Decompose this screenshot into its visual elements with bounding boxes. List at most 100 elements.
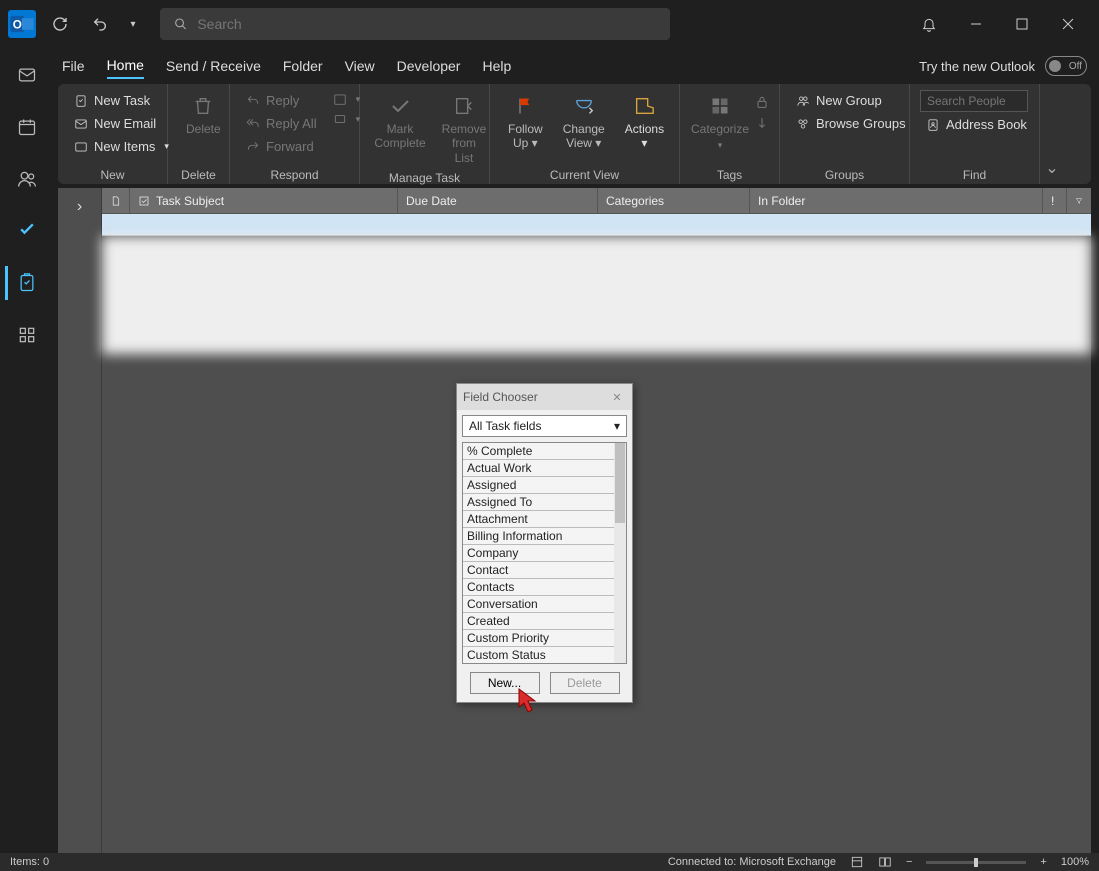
ribbon-group-tags-label: Tags xyxy=(690,166,769,182)
view-reading-icon[interactable] xyxy=(878,855,892,869)
maximize-button[interactable] xyxy=(999,8,1045,40)
new-task-row[interactable] xyxy=(102,214,1091,236)
browse-groups-button[interactable]: Browse Groups xyxy=(790,113,912,134)
respond-more-1[interactable] xyxy=(331,90,363,108)
reply-all-button[interactable]: Reply All xyxy=(240,113,323,134)
rail-calendar-icon[interactable] xyxy=(5,110,45,144)
field-item[interactable]: % Complete xyxy=(463,443,614,460)
col-in-folder[interactable]: In Folder xyxy=(750,188,1043,213)
col-categories[interactable]: Categories xyxy=(598,188,750,213)
rail-mail-icon[interactable] xyxy=(5,58,45,92)
zoom-slider[interactable] xyxy=(926,861,1026,864)
ribbon-collapse-button[interactable]: ⌄ xyxy=(1040,84,1064,184)
new-field-button[interactable]: New... xyxy=(470,672,540,694)
sync-icon[interactable] xyxy=(44,8,76,40)
zoom-level: 100% xyxy=(1061,856,1089,868)
menu-developer[interactable]: Developer xyxy=(397,54,461,78)
field-chooser-dialog: Field Chooser ✕ All Task fields▾ % Compl… xyxy=(456,383,633,703)
search-people-input[interactable] xyxy=(920,90,1028,112)
col-filter-icon[interactable] xyxy=(1067,188,1091,213)
menu-send-receive[interactable]: Send / Receive xyxy=(166,54,261,78)
dialog-close-button[interactable]: ✕ xyxy=(608,388,626,406)
field-item[interactable]: Company xyxy=(463,545,614,562)
rail-tasks-icon[interactable] xyxy=(5,266,45,300)
col-task-subject[interactable]: Task Subject xyxy=(130,188,398,213)
lock-icon[interactable] xyxy=(754,94,770,110)
remove-from-list-button[interactable]: Remove from List xyxy=(434,90,494,169)
new-email-button[interactable]: New Email xyxy=(68,113,175,134)
nav-pane-expand-button[interactable]: › xyxy=(58,188,102,853)
rail-todo-icon[interactable] xyxy=(5,214,45,248)
field-item[interactable]: Conversation xyxy=(463,596,614,613)
rail-more-apps-icon[interactable] xyxy=(5,318,45,352)
search-box[interactable] xyxy=(160,8,670,40)
view-normal-icon[interactable] xyxy=(850,855,864,869)
dialog-titlebar[interactable]: Field Chooser ✕ xyxy=(457,384,632,410)
menu-file[interactable]: File xyxy=(62,54,85,78)
field-item[interactable]: Attachment xyxy=(463,511,614,528)
new-group-icon xyxy=(796,94,810,108)
try-new-outlook-toggle[interactable]: Off xyxy=(1045,56,1087,76)
menu-home[interactable]: Home xyxy=(107,53,144,79)
reply-all-icon xyxy=(246,117,260,131)
menu-view[interactable]: View xyxy=(345,54,375,78)
categorize-icon xyxy=(710,96,730,116)
field-item[interactable]: Assigned To xyxy=(463,494,614,511)
delete-field-button[interactable]: Delete xyxy=(550,672,620,694)
mail-icon xyxy=(74,117,88,131)
reply-button[interactable]: Reply xyxy=(240,90,323,111)
new-task-button[interactable]: New Task xyxy=(68,90,175,111)
menu-folder[interactable]: Folder xyxy=(283,54,323,78)
forward-button[interactable]: Forward xyxy=(240,136,323,157)
field-item[interactable]: Custom Priority xyxy=(463,630,614,647)
ribbon-group-groups-label: Groups xyxy=(790,166,899,182)
field-item[interactable]: Assigned xyxy=(463,477,614,494)
remove-icon xyxy=(453,95,475,117)
address-book-icon xyxy=(926,118,940,132)
actions-button[interactable]: Actions▾ xyxy=(617,90,672,155)
field-list-scrollbar[interactable] xyxy=(614,443,626,663)
close-button[interactable] xyxy=(1045,8,1091,40)
status-bar: Items: 0 Connected to: Microsoft Exchang… xyxy=(0,853,1099,871)
respond-more-2[interactable] xyxy=(331,110,363,128)
document-icon xyxy=(110,195,121,207)
try-new-outlook-label: Try the new Outlook xyxy=(919,59,1035,74)
notifications-icon[interactable] xyxy=(913,8,945,40)
undo-icon[interactable] xyxy=(84,8,116,40)
col-importance[interactable]: ! xyxy=(1043,188,1067,213)
qat-dropdown-icon[interactable]: ▾ xyxy=(124,8,142,40)
field-item[interactable]: Contact xyxy=(463,562,614,579)
ribbon-group-delete-label: Delete xyxy=(178,166,219,182)
delete-button[interactable]: Delete xyxy=(178,90,229,140)
priority-icon[interactable] xyxy=(754,116,770,132)
new-items-button[interactable]: New Items xyxy=(68,136,175,157)
chevron-down-icon: ▾ xyxy=(614,419,620,433)
ribbon-group-new-label: New xyxy=(68,166,157,182)
ribbon-group-respond-label: Respond xyxy=(240,166,349,182)
change-view-button[interactable]: Change View ▾ xyxy=(555,90,613,155)
menu-help[interactable]: Help xyxy=(482,54,511,78)
field-category-select[interactable]: All Task fields▾ xyxy=(462,415,627,437)
zoom-in-button[interactable]: + xyxy=(1040,856,1046,868)
field-item[interactable]: Billing Information xyxy=(463,528,614,545)
field-item[interactable]: Actual Work xyxy=(463,460,614,477)
search-input[interactable] xyxy=(197,16,656,32)
col-due-date[interactable]: Due Date xyxy=(398,188,598,213)
minimize-button[interactable] xyxy=(953,8,999,40)
col-icon[interactable] xyxy=(102,188,130,213)
field-item[interactable]: Custom Status xyxy=(463,647,614,664)
field-item[interactable]: Contacts xyxy=(463,579,614,596)
ribbon-group-manage-label: Manage Task xyxy=(370,169,479,185)
new-items-icon xyxy=(74,140,88,154)
categorize-button[interactable]: Categorize▾ xyxy=(690,90,750,155)
rail-people-icon[interactable] xyxy=(5,162,45,196)
field-item[interactable]: Created xyxy=(463,613,614,630)
zoom-out-button[interactable]: − xyxy=(906,856,912,868)
follow-up-button[interactable]: Follow Up ▾ xyxy=(500,90,551,155)
meeting-icon xyxy=(333,92,347,106)
mark-complete-button[interactable]: Mark Complete xyxy=(370,90,430,155)
new-group-button[interactable]: New Group xyxy=(790,90,912,111)
address-book-button[interactable]: Address Book xyxy=(920,114,1033,135)
field-list: % Complete Actual Work Assigned Assigned… xyxy=(462,442,627,664)
search-icon xyxy=(174,17,187,31)
